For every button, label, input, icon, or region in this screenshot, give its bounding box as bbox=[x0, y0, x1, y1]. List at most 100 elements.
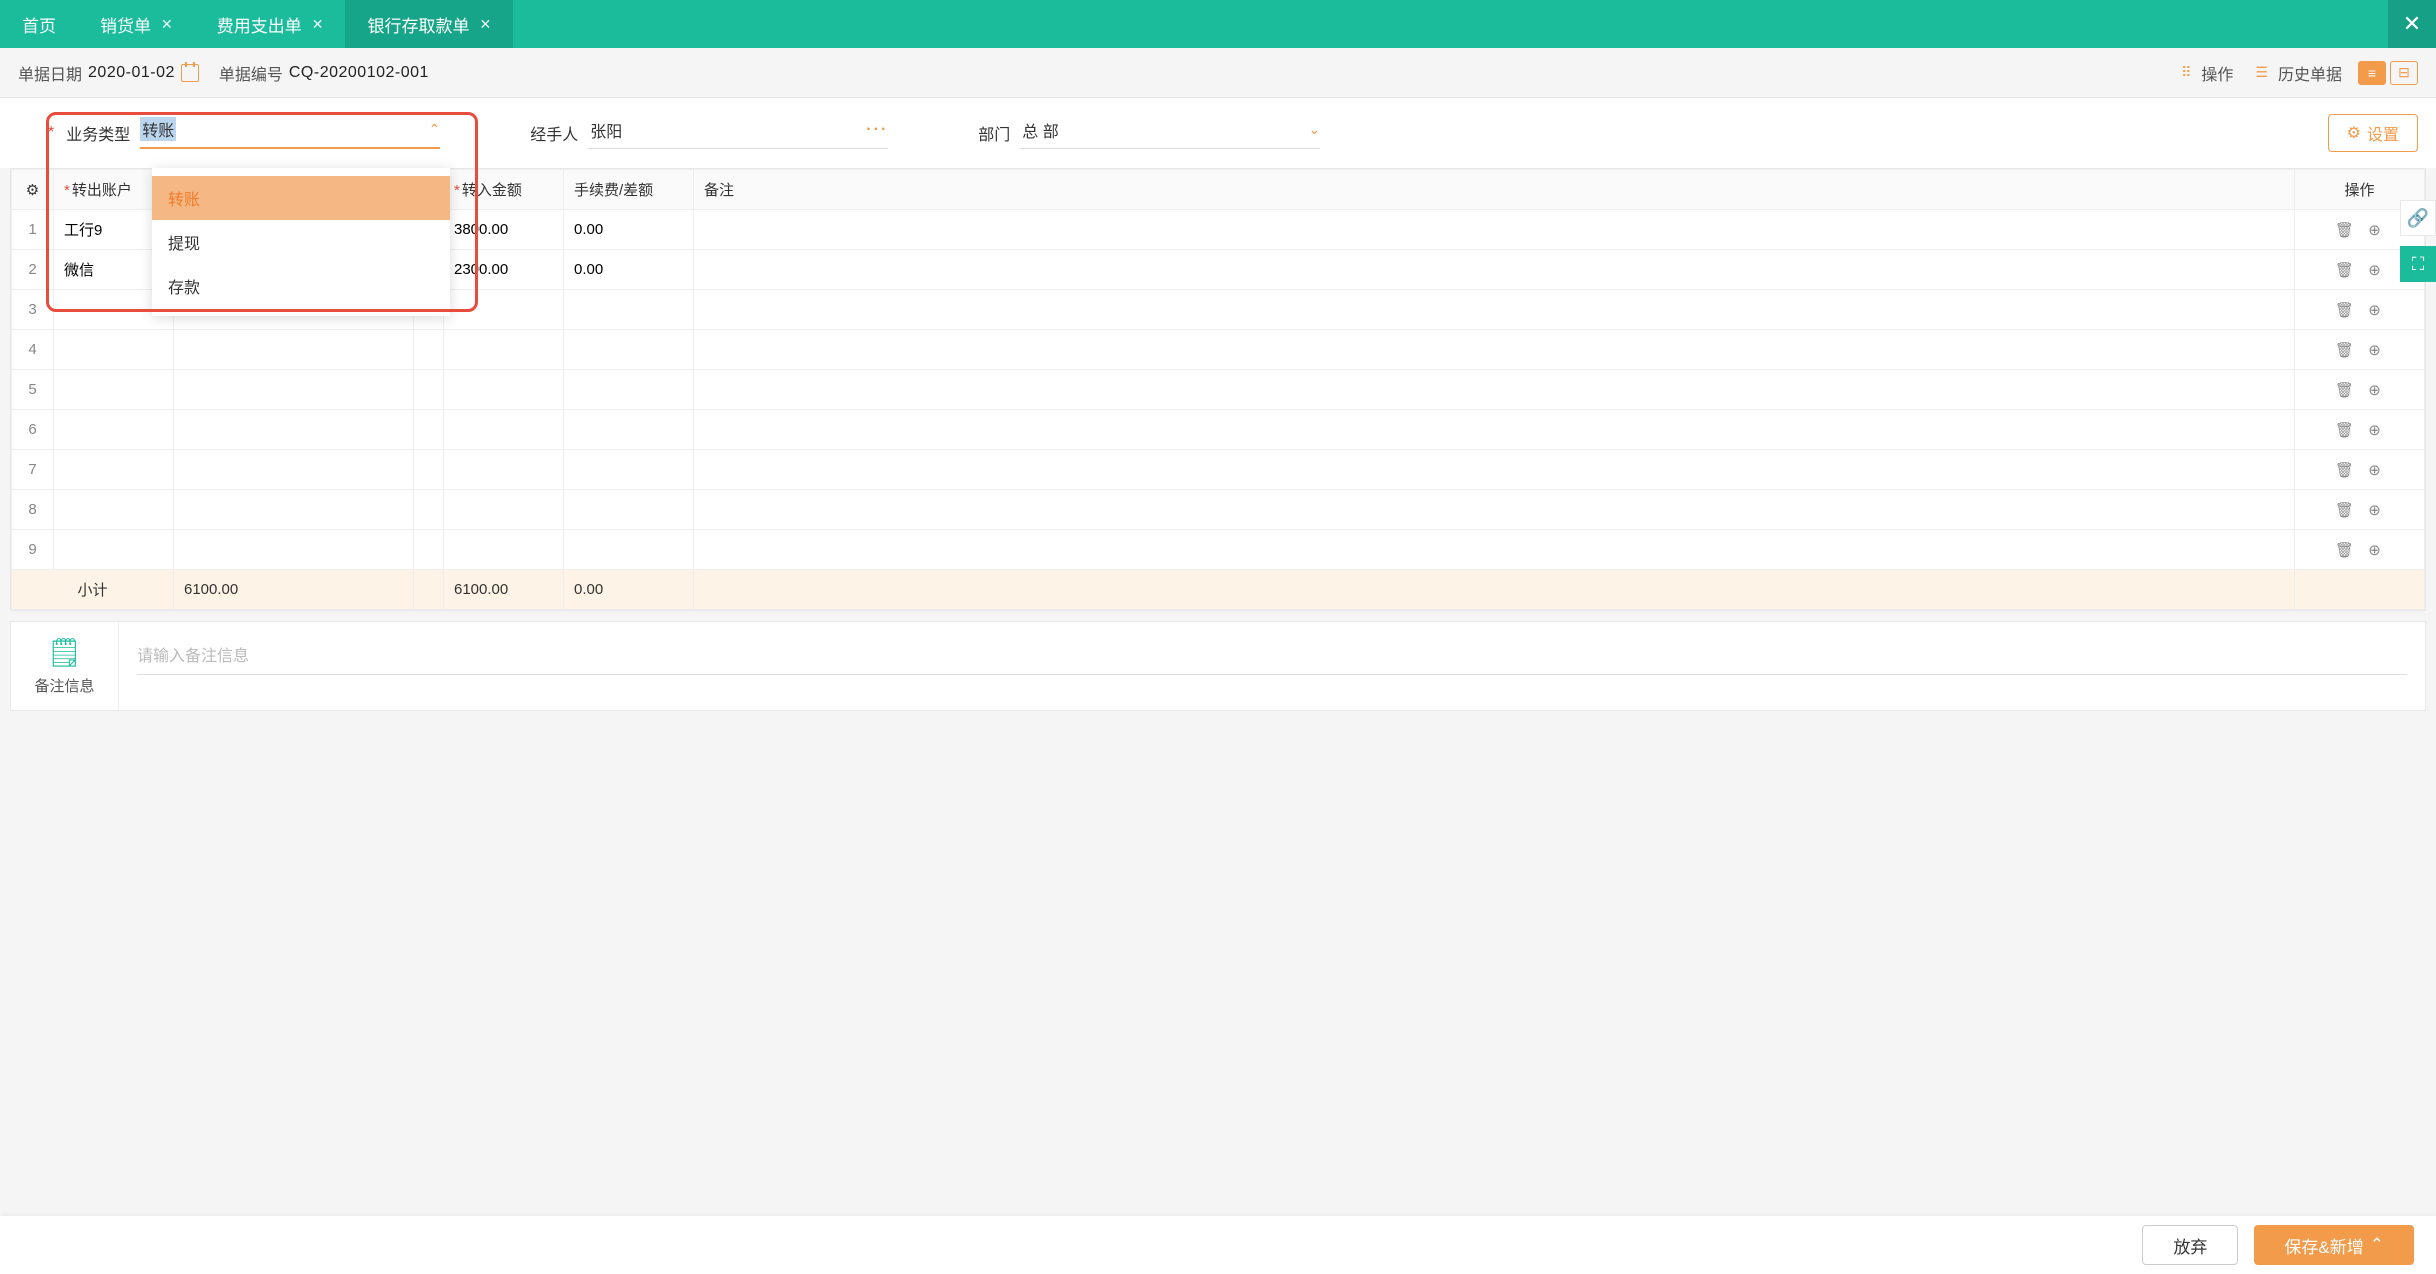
cell-in-amount[interactable]: 2300.00 bbox=[444, 250, 564, 290]
cell-out-account[interactable] bbox=[54, 330, 174, 370]
table-row[interactable]: 6🗑⊕ bbox=[12, 410, 2425, 450]
cell-fee[interactable] bbox=[564, 530, 694, 570]
history-link[interactable]: 历史单据 bbox=[2278, 61, 2342, 85]
cell-fee[interactable] bbox=[564, 290, 694, 330]
delete-icon[interactable]: 🗑 bbox=[2336, 421, 2354, 439]
cell-in-amount[interactable] bbox=[444, 370, 564, 410]
delete-icon[interactable]: 🗑 bbox=[2336, 301, 2354, 319]
delete-icon[interactable]: 🗑 bbox=[2336, 501, 2354, 519]
cell-out-account[interactable] bbox=[54, 450, 174, 490]
tab-home[interactable]: 首页 bbox=[0, 0, 78, 48]
chevron-up-icon[interactable]: ⌃ bbox=[429, 121, 441, 138]
cell-remark[interactable] bbox=[694, 410, 2295, 450]
cell-remark[interactable] bbox=[694, 290, 2295, 330]
cell-in-account[interactable] bbox=[414, 450, 444, 490]
remark-input[interactable] bbox=[137, 640, 2407, 675]
cell-out-amount[interactable] bbox=[174, 490, 414, 530]
titlebar-close-button[interactable]: ✕ bbox=[2388, 0, 2436, 48]
delete-icon[interactable]: 🗑 bbox=[2336, 461, 2354, 479]
table-row[interactable]: 7🗑⊕ bbox=[12, 450, 2425, 490]
cell-remark[interactable] bbox=[694, 530, 2295, 570]
add-row-icon[interactable]: ⊕ bbox=[2366, 461, 2384, 479]
delete-icon[interactable]: 🗑 bbox=[2336, 341, 2354, 359]
date-value[interactable]: 2020-01-02 bbox=[88, 64, 175, 82]
dept-filter[interactable]: 部门 总 部 ⌄ bbox=[978, 118, 1320, 149]
cell-in-account[interactable] bbox=[414, 330, 444, 370]
cell-out-account[interactable] bbox=[54, 370, 174, 410]
cell-remark[interactable] bbox=[694, 370, 2295, 410]
add-row-icon[interactable]: ⊕ bbox=[2366, 421, 2384, 439]
cell-out-account[interactable] bbox=[54, 410, 174, 450]
cell-remark[interactable] bbox=[694, 490, 2295, 530]
add-row-icon[interactable]: ⊕ bbox=[2366, 501, 2384, 519]
table-row[interactable]: 8🗑⊕ bbox=[12, 490, 2425, 530]
table-row[interactable]: 4🗑⊕ bbox=[12, 330, 2425, 370]
remark-title: 备注信息 bbox=[34, 675, 94, 696]
expand-button[interactable]: ⛶ bbox=[2400, 246, 2436, 282]
view-list-button[interactable]: ≡ bbox=[2358, 61, 2386, 85]
table-row[interactable]: 9🗑⊕ bbox=[12, 530, 2425, 570]
tab-bank[interactable]: 银行存取款单✕ bbox=[345, 0, 513, 48]
biz-type-filter[interactable]: * 业务类型 转账 ⌃ bbox=[48, 117, 440, 149]
table-row[interactable]: 5🗑⊕ bbox=[12, 370, 2425, 410]
close-icon[interactable]: ✕ bbox=[312, 16, 324, 33]
add-row-icon[interactable]: ⊕ bbox=[2366, 341, 2384, 359]
cell-fee[interactable] bbox=[564, 370, 694, 410]
cell-fee[interactable] bbox=[564, 410, 694, 450]
add-row-icon[interactable]: ⊕ bbox=[2366, 221, 2384, 239]
cell-in-amount[interactable] bbox=[444, 290, 564, 330]
cell-in-amount[interactable] bbox=[444, 530, 564, 570]
dropdown-opt-deposit[interactable]: 存款 bbox=[152, 264, 450, 308]
cell-in-account[interactable] bbox=[414, 530, 444, 570]
cell-in-amount[interactable] bbox=[444, 330, 564, 370]
cell-in-amount[interactable]: 3800.00 bbox=[444, 210, 564, 250]
delete-icon[interactable]: 🗑 bbox=[2336, 221, 2354, 239]
settings-button[interactable]: ⚙ 设置 bbox=[2328, 114, 2418, 152]
cell-out-account[interactable] bbox=[54, 490, 174, 530]
calendar-icon[interactable] bbox=[181, 64, 199, 82]
tab-expense[interactable]: 费用支出单✕ bbox=[195, 0, 346, 48]
add-row-icon[interactable]: ⊕ bbox=[2366, 301, 2384, 319]
operate-link[interactable]: 操作 bbox=[2201, 61, 2233, 85]
cell-in-amount[interactable] bbox=[444, 410, 564, 450]
view-grid-button[interactable]: ⊟ bbox=[2390, 61, 2418, 85]
cell-out-amount[interactable] bbox=[174, 530, 414, 570]
cell-out-amount[interactable] bbox=[174, 370, 414, 410]
cell-out-amount[interactable] bbox=[174, 330, 414, 370]
dropdown-opt-transfer[interactable]: 转账 bbox=[152, 176, 450, 220]
cell-out-amount[interactable] bbox=[174, 410, 414, 450]
cell-fee[interactable] bbox=[564, 330, 694, 370]
add-row-icon[interactable]: ⊕ bbox=[2366, 381, 2384, 399]
cell-remark[interactable] bbox=[694, 210, 2295, 250]
cell-out-account[interactable] bbox=[54, 530, 174, 570]
cell-in-account[interactable] bbox=[414, 370, 444, 410]
cell-in-amount[interactable] bbox=[444, 450, 564, 490]
add-row-icon[interactable]: ⊕ bbox=[2366, 261, 2384, 279]
delete-icon[interactable]: 🗑 bbox=[2336, 261, 2354, 279]
gear-column[interactable]: ⚙ bbox=[12, 170, 54, 210]
close-icon[interactable]: ✕ bbox=[479, 16, 491, 33]
delete-icon[interactable]: 🗑 bbox=[2336, 541, 2354, 559]
delete-icon[interactable]: 🗑 bbox=[2336, 381, 2354, 399]
cell-fee[interactable]: 0.00 bbox=[564, 210, 694, 250]
add-row-icon[interactable]: ⊕ bbox=[2366, 541, 2384, 559]
handler-filter[interactable]: 经手人 张阳 ··· bbox=[530, 118, 888, 149]
attachment-button[interactable]: 🔗 bbox=[2400, 200, 2436, 236]
cell-fee[interactable] bbox=[564, 490, 694, 530]
chevron-down-icon[interactable]: ⌄ bbox=[1309, 121, 1321, 138]
tab-sales[interactable]: 销货单✕ bbox=[78, 0, 195, 48]
cell-in-account[interactable] bbox=[414, 410, 444, 450]
cell-fee[interactable] bbox=[564, 450, 694, 490]
cell-out-amount[interactable] bbox=[174, 450, 414, 490]
cell-remark[interactable] bbox=[694, 330, 2295, 370]
cell-fee[interactable]: 0.00 bbox=[564, 250, 694, 290]
more-icon[interactable]: ··· bbox=[866, 121, 888, 139]
cell-in-amount[interactable] bbox=[444, 490, 564, 530]
save-new-button[interactable]: 保存&新增⌃ bbox=[2254, 1225, 2414, 1265]
cell-remark[interactable] bbox=[694, 450, 2295, 490]
close-icon[interactable]: ✕ bbox=[161, 16, 173, 33]
cell-remark[interactable] bbox=[694, 250, 2295, 290]
discard-button[interactable]: 放弃 bbox=[2142, 1225, 2238, 1265]
dropdown-opt-withdraw[interactable]: 提现 bbox=[152, 220, 450, 264]
cell-in-account[interactable] bbox=[414, 490, 444, 530]
